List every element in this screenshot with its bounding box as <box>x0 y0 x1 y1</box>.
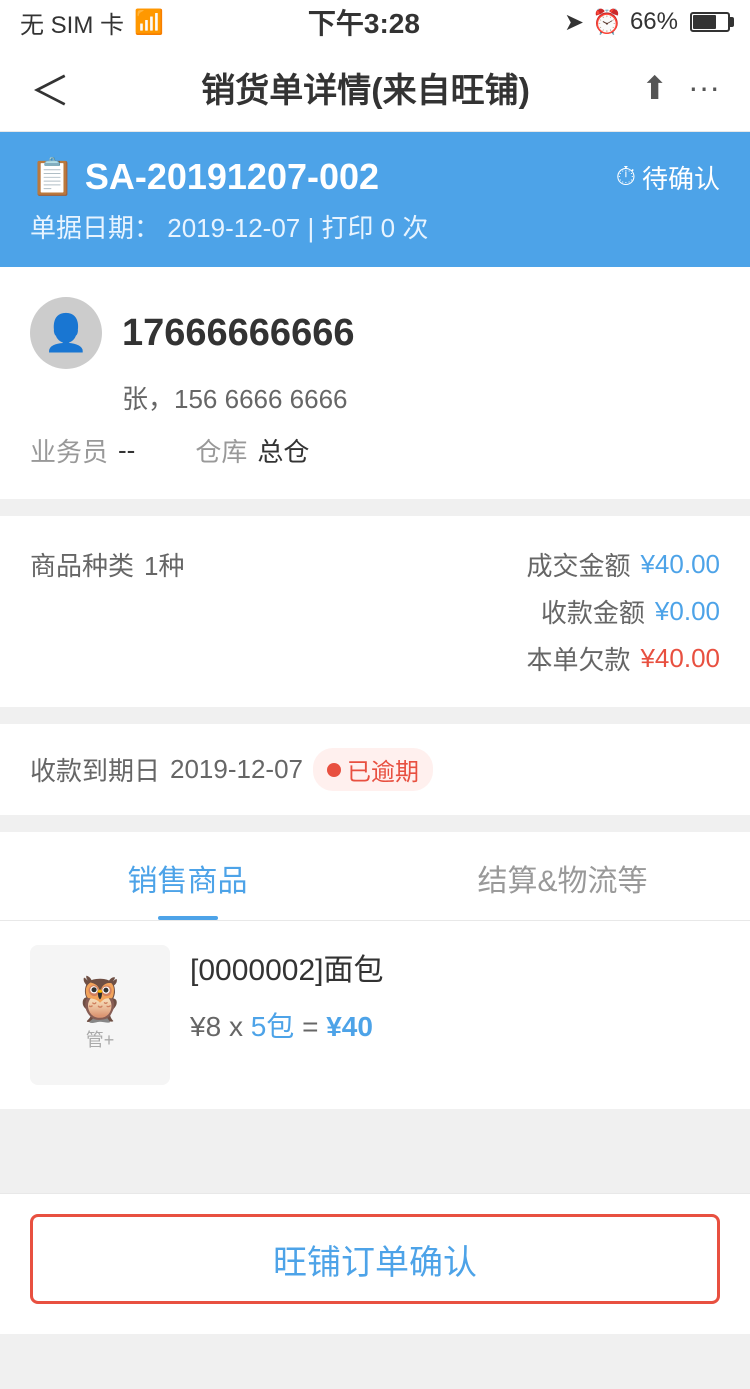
page-title: 销货单详情(来自旺铺) <box>90 63 641 112</box>
summary-right: 成交金额 ¥40.00 收款金额 ¥0.00 本单欠款 ¥40.00 <box>526 546 720 677</box>
order-status-text: 待确认 <box>642 159 720 196</box>
status-bar: 无 SIM 卡 📶 下午3:28 ➤ ⏰ 66% <box>0 0 750 44</box>
tabs-row: 销售商品 结算&物流等 <box>0 832 750 921</box>
product-type-item: 商品种类 1种 <box>30 546 184 583</box>
price-unit: ¥8 <box>190 1011 221 1042</box>
product-quantity: 5包 <box>251 1011 295 1042</box>
amount-label-1: 收款金额 <box>541 593 645 630</box>
customer-name: 张，156 6666 6666 <box>122 379 720 416</box>
product-img-inner: 🦉 管+ <box>73 978 128 1052</box>
battery-label: 66% <box>630 8 678 36</box>
tab-products[interactable]: 销售商品 <box>0 832 375 920</box>
avatar-icon: 👤 <box>44 312 89 354</box>
confirm-order-button[interactable]: 旺铺订单确认 <box>30 1214 720 1304</box>
confirm-btn-wrap: 旺铺订单确认 <box>0 1193 750 1334</box>
status-left: 无 SIM 卡 📶 <box>20 5 164 40</box>
product-price: ¥8 x 5包 = ¥40 <box>190 1005 720 1045</box>
overdue-dot-icon <box>327 763 341 777</box>
summary-section: 商品种类 1种 成交金额 ¥40.00 收款金额 ¥0.00 本单欠款 ¥40.… <box>0 516 750 707</box>
amount-row-1: 收款金额 ¥0.00 <box>541 593 720 630</box>
customer-phone: 17666666666 <box>122 312 354 355</box>
tab-settlement[interactable]: 结算&物流等 <box>375 832 750 920</box>
product-list: 🦉 管+ [0000002]面包 ¥8 x 5包 = ¥40 <box>0 921 750 1109</box>
share-button[interactable]: ⬆ <box>641 69 668 107</box>
price-equals: = <box>302 1011 326 1042</box>
amount-label-2: 本单欠款 <box>526 640 630 677</box>
amount-value-2: ¥40.00 <box>640 643 720 674</box>
warehouse-value: 总仓 <box>257 432 309 469</box>
product-type-label: 商品种类 <box>30 546 134 583</box>
price-multiply: x <box>229 1011 251 1042</box>
nav-actions: ⬆ ··· <box>641 69 720 107</box>
customer-meta: 业务员 -- 仓库 总仓 <box>30 432 720 469</box>
warehouse-label: 仓库 <box>195 432 247 469</box>
status-right: ➤ ⏰ 66% <box>564 8 730 37</box>
order-status: ⏱ 待确认 <box>616 159 720 196</box>
more-button[interactable]: ··· <box>688 69 720 106</box>
due-date-label: 收款到期日 <box>30 751 160 788</box>
order-id-icon: 📋 <box>30 156 75 198</box>
product-type-value: 1种 <box>144 546 184 583</box>
status-time: 下午3:28 <box>308 2 420 42</box>
location-icon: ➤ <box>564 8 584 37</box>
customer-row: 👤 17666666666 <box>30 297 720 369</box>
product-total: ¥40 <box>326 1011 373 1042</box>
owl-logo-icon: 🦉 <box>73 978 128 1022</box>
product-info: [0000002]面包 ¥8 x 5包 = ¥40 <box>190 945 720 1045</box>
order-id-row: 📋 SA-20191207-002 ⏱ 待确认 <box>30 156 720 198</box>
amount-row-2: 本单欠款 ¥40.00 <box>526 640 720 677</box>
battery-icon <box>690 12 730 32</box>
due-date-value: 2019-12-07 <box>170 754 303 785</box>
alarm-icon: ⏰ <box>592 8 622 37</box>
overdue-text: 已逾期 <box>347 752 419 787</box>
order-date: 单据日期： 2019-12-07 | 打印 0 次 <box>30 208 720 245</box>
wifi-icon: 📶 <box>134 8 164 37</box>
brand-label: 管+ <box>73 1026 128 1052</box>
due-date-section: 收款到期日 2019-12-07 已逾期 <box>0 724 750 815</box>
tab-products-label: 销售商品 <box>128 865 248 898</box>
warehouse-item: 仓库 总仓 <box>195 432 309 469</box>
product-item: 🦉 管+ [0000002]面包 ¥8 x 5包 = ¥40 <box>30 945 720 1085</box>
tab-settlement-label: 结算&物流等 <box>477 865 647 898</box>
amount-value-1: ¥0.00 <box>655 596 720 627</box>
nav-bar: ＜ 销货单详情(来自旺铺) ⬆ ··· <box>0 44 750 132</box>
amount-label-0: 成交金额 <box>526 546 630 583</box>
overdue-badge: 已逾期 <box>313 748 433 791</box>
product-name: [0000002]面包 <box>190 945 720 989</box>
tabs-section: 销售商品 结算&物流等 <box>0 832 750 921</box>
amount-value-0: ¥40.00 <box>640 549 720 580</box>
status-clock-icon: ⏱ <box>616 161 636 193</box>
summary-grid: 商品种类 1种 成交金额 ¥40.00 收款金额 ¥0.00 本单欠款 ¥40.… <box>30 546 720 677</box>
product-image: 🦉 管+ <box>30 945 170 1085</box>
salesman-value: -- <box>118 435 135 466</box>
order-id: 📋 SA-20191207-002 <box>30 156 379 198</box>
summary-left: 商品种类 1种 <box>30 546 184 583</box>
salesman-label: 业务员 <box>30 432 108 469</box>
avatar: 👤 <box>30 297 102 369</box>
back-button[interactable]: ＜ <box>30 59 70 117</box>
amount-row-0: 成交金额 ¥40.00 <box>526 546 720 583</box>
carrier-label: 无 SIM 卡 <box>20 5 124 40</box>
order-id-value: SA-20191207-002 <box>85 156 379 198</box>
order-header: 📋 SA-20191207-002 ⏱ 待确认 单据日期： 2019-12-07… <box>0 132 750 267</box>
salesman-item: 业务员 -- <box>30 432 135 469</box>
customer-section: 👤 17666666666 张，156 6666 6666 业务员 -- 仓库 … <box>0 267 750 499</box>
